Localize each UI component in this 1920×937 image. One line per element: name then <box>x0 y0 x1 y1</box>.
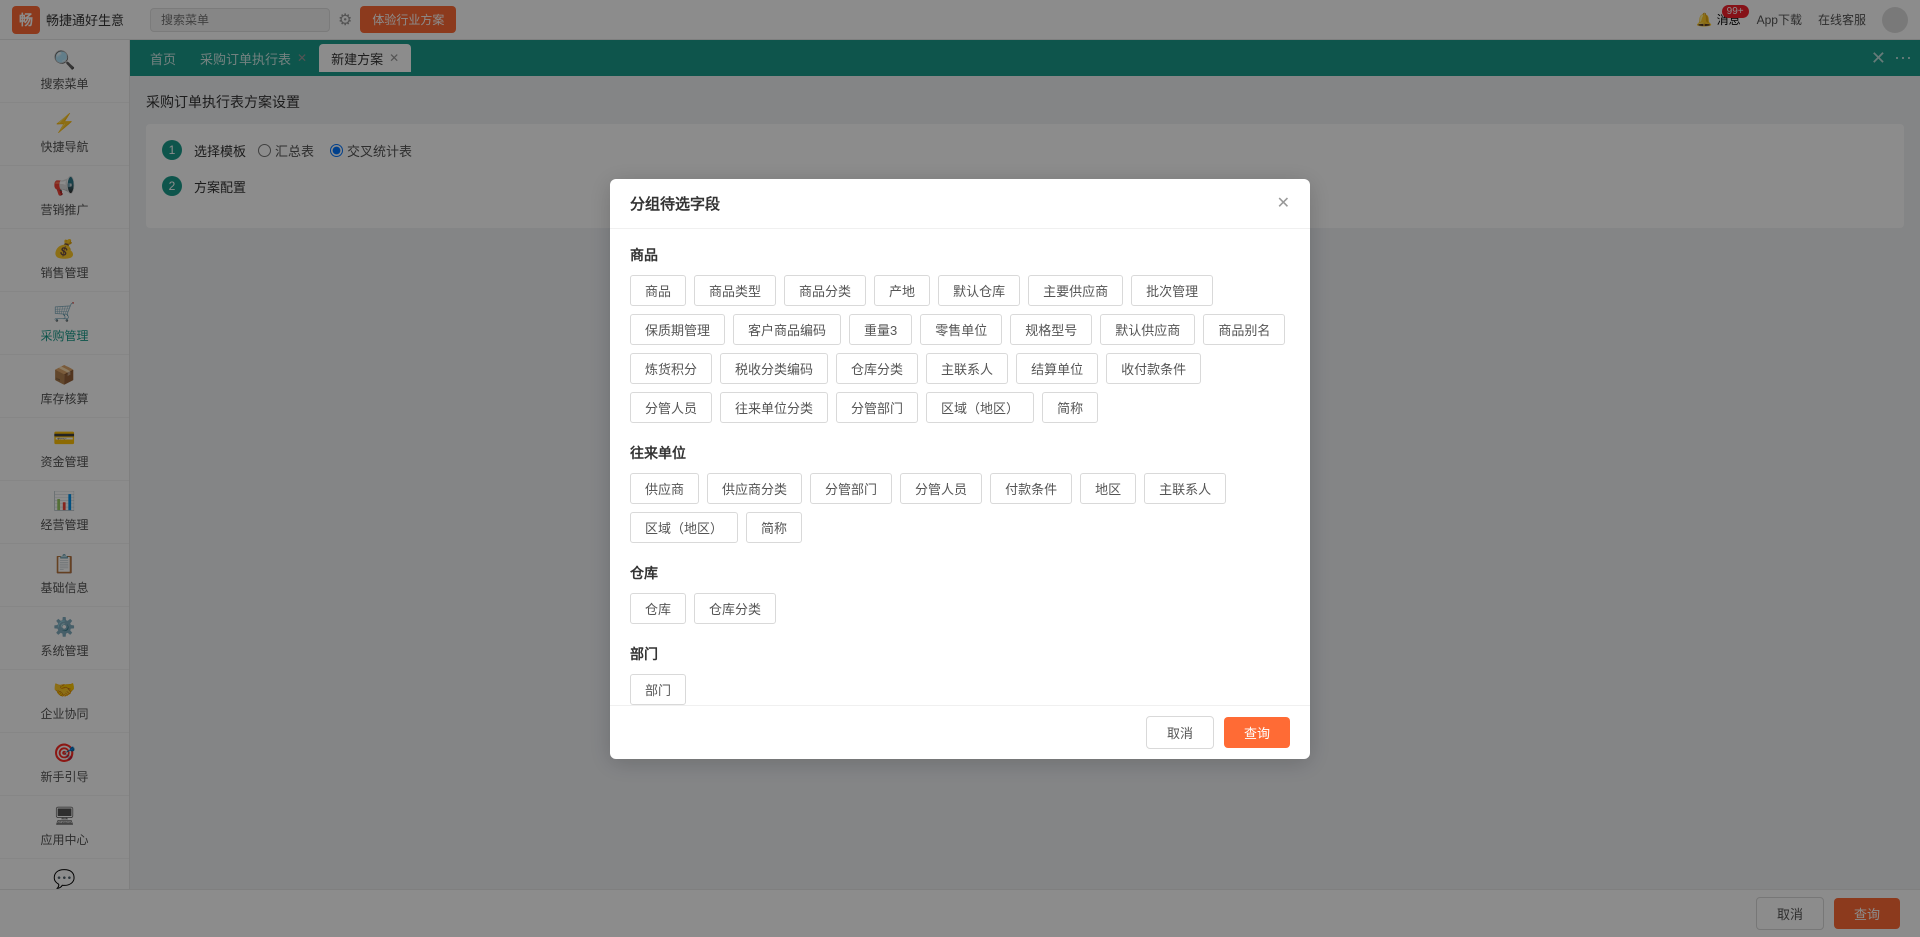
field-selection-modal: 分组待选字段 ✕ 商品 商品 商品类型 商品分类 产地 默认仓库 主要供应商 批… <box>610 179 1310 759</box>
field-chip[interactable]: 地区 <box>1080 473 1136 504</box>
cancel-button[interactable]: 取消 <box>1146 716 1214 749</box>
modal-footer: 取消 查询 <box>610 705 1310 759</box>
field-chip[interactable]: 炼货积分 <box>630 353 712 384</box>
field-chip[interactable]: 付款条件 <box>990 473 1072 504</box>
field-chip[interactable]: 仓库 <box>630 593 686 624</box>
field-chip[interactable]: 主联系人 <box>1144 473 1226 504</box>
section-department: 部门 部门 <box>630 644 1290 705</box>
field-chip[interactable]: 商品类型 <box>694 275 776 306</box>
field-chip[interactable]: 客户商品编码 <box>733 314 841 345</box>
field-chip[interactable]: 区域（地区） <box>630 512 738 543</box>
field-chip[interactable]: 商品 <box>630 275 686 306</box>
field-chip[interactable]: 仓库分类 <box>694 593 776 624</box>
section-partner-title: 往来单位 <box>630 443 1290 463</box>
confirm-button[interactable]: 查询 <box>1224 717 1290 748</box>
field-chip[interactable]: 主联系人 <box>926 353 1008 384</box>
section-product-title: 商品 <box>630 245 1290 265</box>
modal-title: 分组待选字段 <box>630 193 720 214</box>
field-chip[interactable]: 商品分类 <box>784 275 866 306</box>
section-department-title: 部门 <box>630 644 1290 664</box>
field-chip[interactable]: 分管部门 <box>810 473 892 504</box>
field-chip[interactable]: 批次管理 <box>1131 275 1213 306</box>
field-chip[interactable]: 分管人员 <box>630 392 712 423</box>
section-partner-fields: 供应商 供应商分类 分管部门 分管人员 付款条件 地区 主联系人 区域（地区） … <box>630 473 1290 543</box>
section-department-fields: 部门 <box>630 674 1290 705</box>
section-partner: 往来单位 供应商 供应商分类 分管部门 分管人员 付款条件 地区 主联系人 区域… <box>630 443 1290 543</box>
field-chip[interactable]: 简称 <box>1042 392 1098 423</box>
field-chip[interactable]: 重量3 <box>849 314 912 345</box>
section-warehouse-title: 仓库 <box>630 563 1290 583</box>
field-chip[interactable]: 主要供应商 <box>1028 275 1123 306</box>
modal-body: 商品 商品 商品类型 商品分类 产地 默认仓库 主要供应商 批次管理 保质期管理… <box>610 229 1310 705</box>
field-chip[interactable]: 默认供应商 <box>1100 314 1195 345</box>
field-chip[interactable]: 部门 <box>630 674 686 705</box>
field-chip[interactable]: 往来单位分类 <box>720 392 828 423</box>
field-chip[interactable]: 产地 <box>874 275 930 306</box>
field-chip[interactable]: 分管人员 <box>900 473 982 504</box>
field-chip[interactable]: 简称 <box>746 512 802 543</box>
field-chip[interactable]: 仓库分类 <box>836 353 918 384</box>
field-chip[interactable]: 规格型号 <box>1010 314 1092 345</box>
section-warehouse: 仓库 仓库 仓库分类 <box>630 563 1290 624</box>
field-chip[interactable]: 收付款条件 <box>1106 353 1201 384</box>
field-chip[interactable]: 税收分类编码 <box>720 353 828 384</box>
field-chip[interactable]: 保质期管理 <box>630 314 725 345</box>
field-chip[interactable]: 默认仓库 <box>938 275 1020 306</box>
section-product: 商品 商品 商品类型 商品分类 产地 默认仓库 主要供应商 批次管理 保质期管理… <box>630 245 1290 423</box>
field-chip[interactable]: 区域（地区） <box>926 392 1034 423</box>
field-chip[interactable]: 分管部门 <box>836 392 918 423</box>
modal-close-button[interactable]: ✕ <box>1277 193 1290 213</box>
field-chip[interactable]: 结算单位 <box>1016 353 1098 384</box>
field-chip[interactable]: 零售单位 <box>920 314 1002 345</box>
modal-header: 分组待选字段 ✕ <box>610 179 1310 229</box>
section-product-fields: 商品 商品类型 商品分类 产地 默认仓库 主要供应商 批次管理 保质期管理 客户… <box>630 275 1290 423</box>
field-chip[interactable]: 供应商分类 <box>707 473 802 504</box>
field-chip[interactable]: 供应商 <box>630 473 699 504</box>
section-warehouse-fields: 仓库 仓库分类 <box>630 593 1290 624</box>
field-chip[interactable]: 商品别名 <box>1203 314 1285 345</box>
